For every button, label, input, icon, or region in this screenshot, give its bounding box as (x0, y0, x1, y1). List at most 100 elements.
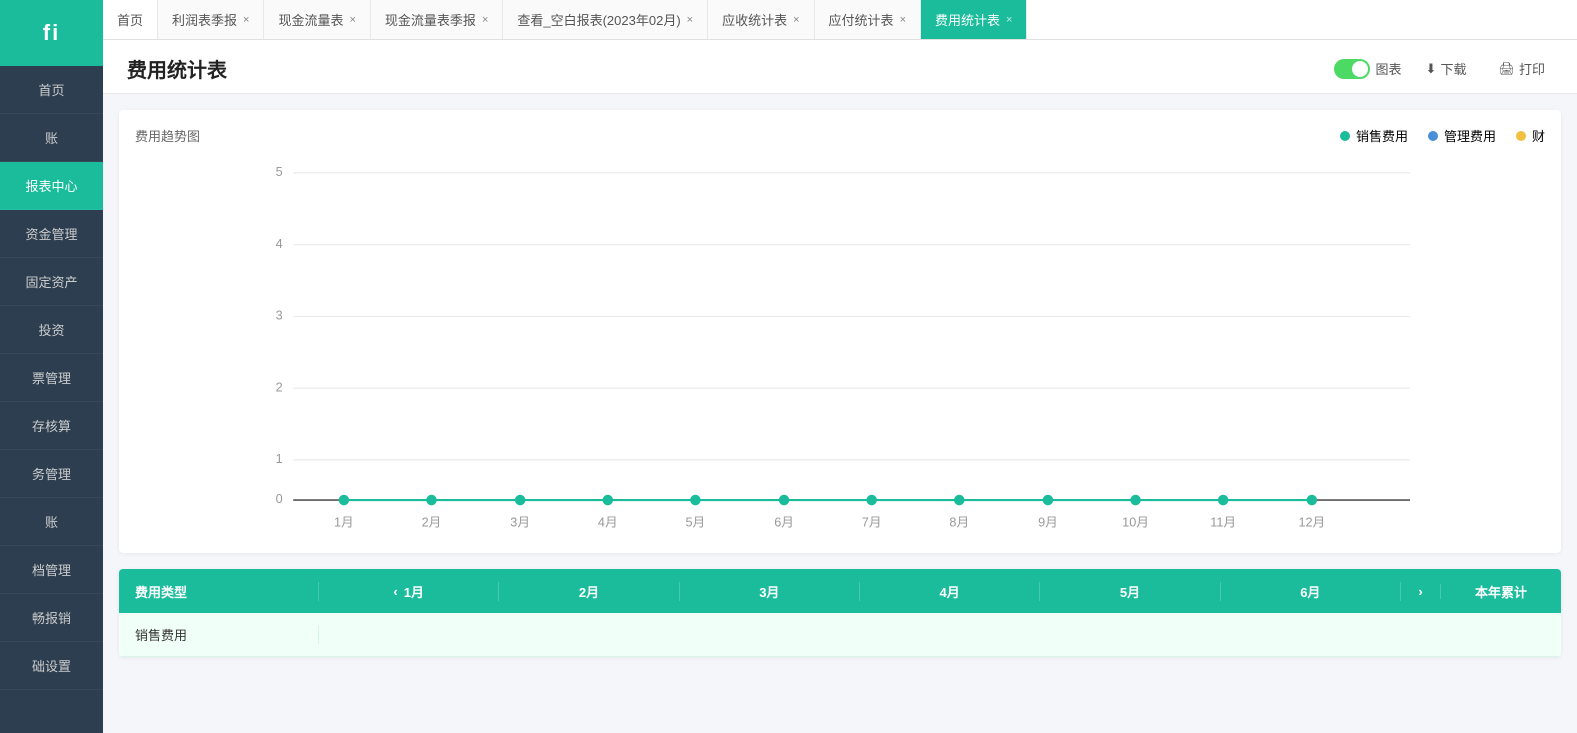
chart-point (339, 495, 350, 506)
sidebar-item-home[interactable]: 首页 (0, 66, 103, 114)
legend-dot-sales (1340, 131, 1350, 141)
sidebar-logo: fi (0, 0, 103, 66)
legend-sales-expense: 销售费用 (1340, 126, 1408, 145)
svg-text:11月: 11月 (1210, 515, 1236, 529)
svg-text:8月: 8月 (949, 515, 969, 529)
legend-dot-finance (1516, 131, 1526, 141)
print-button[interactable]: 🖨 打印 (1490, 55, 1553, 82)
svg-text:9月: 9月 (1038, 515, 1058, 529)
content-area: 费用统计表 图表 ⬇ 下载 🖨 打印 费用趋势图 (103, 40, 1577, 733)
svg-text:1: 1 (276, 452, 283, 466)
page-header: 费用统计表 图表 ⬇ 下载 🖨 打印 (103, 40, 1577, 94)
chart-header: 费用趋势图 销售费用 管理费用 财 (135, 126, 1545, 145)
svg-text:3: 3 (276, 309, 283, 323)
tab-close-profit-quarterly[interactable]: × (243, 14, 249, 26)
td-expense-type: 销售费用 (119, 625, 319, 644)
th-feb: 2月 (499, 582, 679, 601)
line-chart-svg: 5 4 3 2 1 0 (135, 157, 1545, 537)
sidebar-item-file-management[interactable]: 档管理 (0, 546, 103, 594)
th-expense-type: 费用类型 (119, 582, 319, 601)
chart-legend: 销售费用 管理费用 财 (1340, 126, 1545, 145)
tab-profit-quarterly[interactable]: 利润表季报 × (158, 0, 264, 40)
tab-blank-report[interactable]: 查看_空白报表(2023年02月) × (503, 0, 708, 40)
tab-close-receivable-stats[interactable]: × (793, 14, 799, 26)
tab-close-expense-stats[interactable]: × (1006, 14, 1012, 26)
chart-point (779, 495, 790, 506)
sidebar-item-accounts[interactable]: 账 (0, 498, 103, 546)
legend-admin-expense: 管理费用 (1428, 126, 1496, 145)
th-nav-next[interactable]: › (1401, 584, 1441, 599)
svg-text:5月: 5月 (686, 515, 706, 529)
svg-text:5: 5 (276, 165, 283, 179)
legend-label-sales: 销售费用 (1356, 126, 1408, 145)
download-button[interactable]: ⬇ 下载 (1418, 55, 1475, 82)
svg-text:6月: 6月 (774, 515, 794, 529)
th-nav-prev[interactable]: ‹ 1月 (319, 582, 499, 601)
table-section: 费用类型 ‹ 1月 2月 3月 4月 5月 6月 › 本年累计 销售费用 (119, 569, 1561, 657)
tab-close-cash-flow-quarterly[interactable]: × (482, 14, 488, 26)
legend-label-admin: 管理费用 (1444, 126, 1496, 145)
th-apr: 4月 (860, 582, 1040, 601)
table-row: 销售费用 (119, 613, 1561, 657)
svg-text:1月: 1月 (334, 515, 354, 529)
sidebar-item-fund-management[interactable]: 资金管理 (0, 210, 103, 258)
nav-next-icon[interactable]: › (1418, 584, 1422, 599)
chart-title: 费用趋势图 (135, 126, 200, 145)
sidebar-item-investment[interactable]: 投资 (0, 306, 103, 354)
toggle-switch-button[interactable] (1334, 59, 1370, 79)
tab-cash-flow-quarterly[interactable]: 现金流量表季报 × (371, 0, 503, 40)
table-header-row: 费用类型 ‹ 1月 2月 3月 4月 5月 6月 › 本年累计 (119, 569, 1561, 613)
legend-label-finance: 财 (1532, 126, 1545, 145)
nav-prev-icon[interactable]: ‹ (393, 584, 397, 599)
svg-text:2月: 2月 (422, 515, 442, 529)
tab-expense-stats[interactable]: 费用统计表 × (921, 0, 1027, 40)
svg-text:2: 2 (276, 380, 283, 394)
chart-toggle[interactable]: 图表 (1334, 59, 1402, 79)
page-title: 费用统计表 (127, 54, 227, 83)
svg-text:4月: 4月 (598, 515, 618, 529)
sidebar-item-inventory[interactable]: 存核算 (0, 402, 103, 450)
chart-section: 费用趋势图 销售费用 管理费用 财 (119, 110, 1561, 553)
sidebar-item-account[interactable]: 账 (0, 114, 103, 162)
chart-point (690, 495, 701, 506)
chart-area: 5 4 3 2 1 0 (135, 157, 1545, 537)
tab-home[interactable]: 首页 (103, 0, 158, 40)
chart-point (866, 495, 877, 506)
tab-payable-stats[interactable]: 应付统计表 × (815, 0, 921, 40)
tab-close-payable-stats[interactable]: × (900, 14, 906, 26)
chart-point (426, 495, 437, 506)
legend-finance-expense: 财 (1516, 126, 1545, 145)
tab-receivable-stats[interactable]: 应收统计表 × (708, 0, 814, 40)
print-icon: 🖨 (1498, 61, 1515, 77)
svg-text:3月: 3月 (510, 515, 530, 529)
sidebar-item-report-center[interactable]: 报表中心 (0, 162, 103, 210)
main-area: 首页 利润表季报 × 现金流量表 × 现金流量表季报 × 查看_空白报表(202… (103, 0, 1577, 733)
tab-close-blank-report[interactable]: × (687, 14, 693, 26)
tab-close-cash-flow[interactable]: × (349, 14, 355, 26)
chart-point (1043, 495, 1054, 506)
chart-point (954, 495, 965, 506)
chart-point (1218, 495, 1229, 506)
tab-cash-flow[interactable]: 现金流量表 × (264, 0, 370, 40)
svg-text:0: 0 (276, 492, 283, 506)
sidebar-item-fixed-assets[interactable]: 固定资产 (0, 258, 103, 306)
chart-point (1307, 495, 1318, 506)
sidebar-item-base-settings[interactable]: 础设置 (0, 642, 103, 690)
sidebar-item-sales-return[interactable]: 畅报销 (0, 594, 103, 642)
svg-text:10月: 10月 (1122, 515, 1149, 529)
th-annual-total: 本年累计 (1441, 582, 1561, 601)
chart-toggle-label: 图表 (1376, 59, 1402, 78)
svg-text:7月: 7月 (862, 515, 882, 529)
tab-bar: 首页 利润表季报 × 现金流量表 × 现金流量表季报 × 查看_空白报表(202… (103, 0, 1577, 40)
svg-text:12月: 12月 (1298, 515, 1325, 529)
sidebar-item-service-management[interactable]: 务管理 (0, 450, 103, 498)
sidebar: fi 首页 账 报表中心 资金管理 固定资产 投资 票管理 存核算 务管理 账 … (0, 0, 103, 733)
svg-text:4: 4 (276, 237, 283, 251)
chart-point (515, 495, 526, 506)
th-mar: 3月 (680, 582, 860, 601)
legend-dot-admin (1428, 131, 1438, 141)
download-label: 下载 (1440, 59, 1466, 78)
th-may: 5月 (1040, 582, 1220, 601)
sidebar-item-ticket-management[interactable]: 票管理 (0, 354, 103, 402)
chart-point (1130, 495, 1141, 506)
